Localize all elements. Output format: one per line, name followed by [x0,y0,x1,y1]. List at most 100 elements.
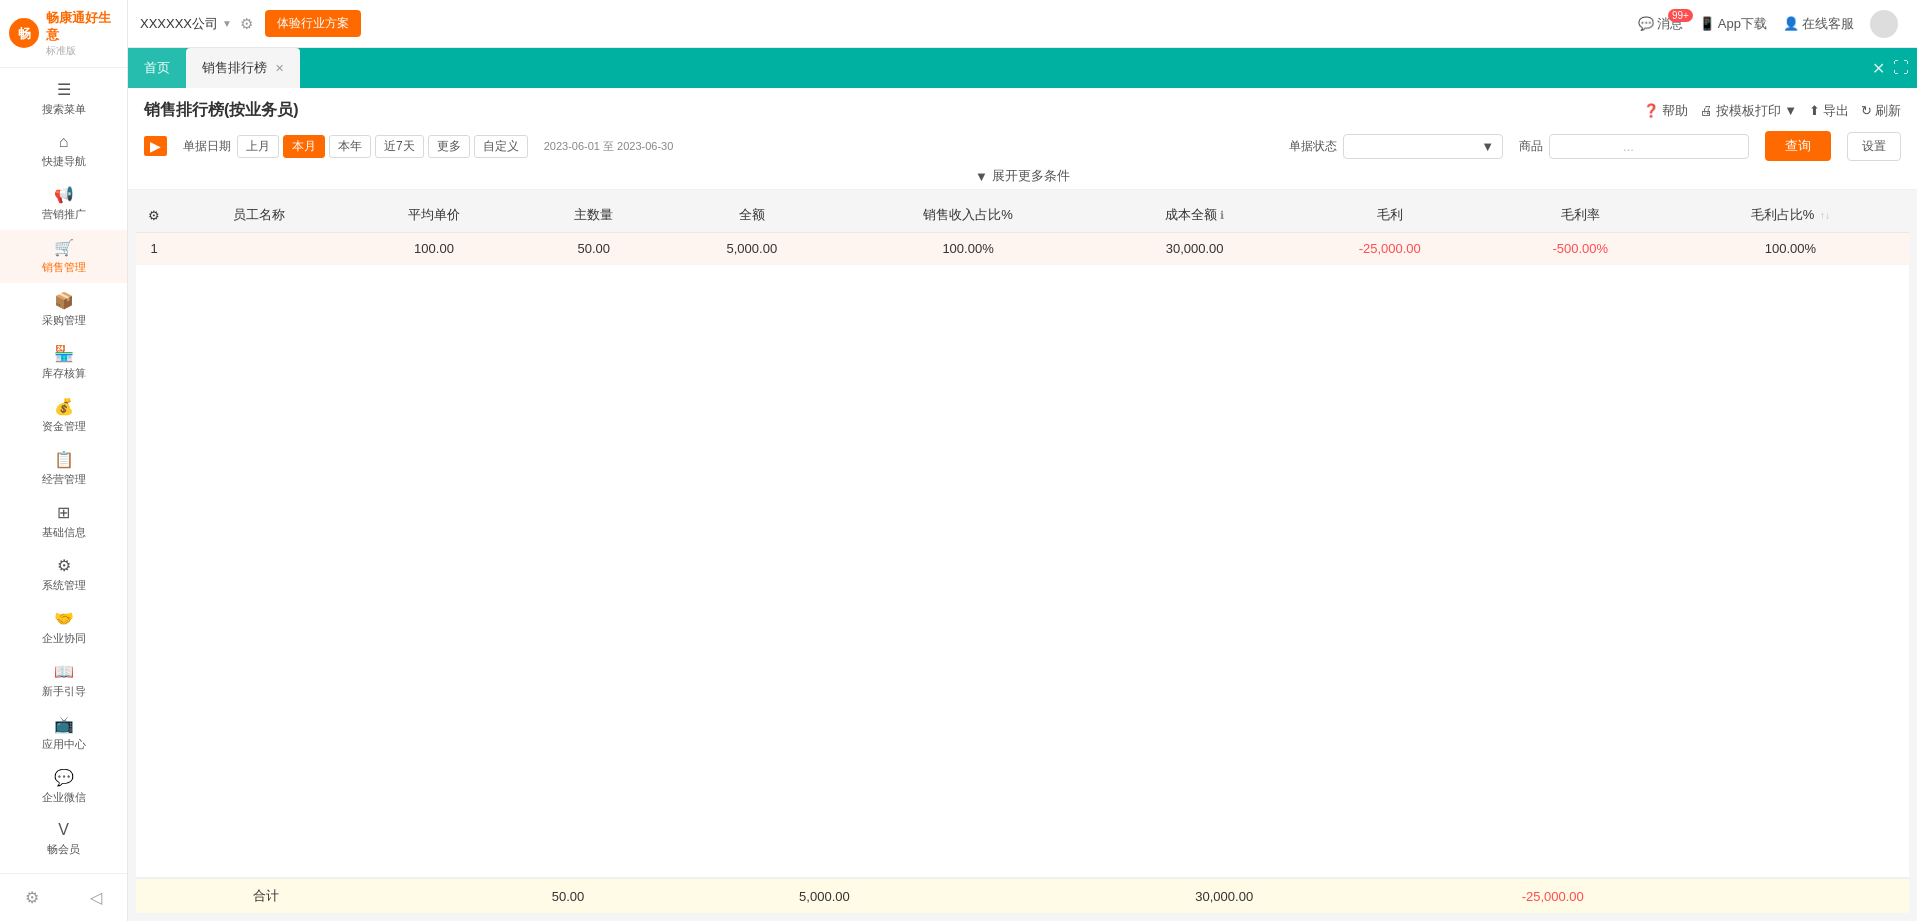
app-download-button[interactable]: 📱 App下载 [1699,15,1767,33]
sidebar-nav: ☰ 搜索菜单 ⌂ 快捷导航 📢 营销推广 🛒 销售管理 📦 采购管理 🏪 库存核… [0,68,127,873]
date-btn-last-7-days[interactable]: 近7天 [375,135,424,158]
page-title: 销售排行榜(按业务员) [144,100,299,121]
sidebar-item-icon-0: ☰ [57,80,71,99]
sidebar-item-label-5: 库存核算 [42,366,86,381]
col-settings-icon[interactable]: ⚙ [148,208,160,223]
table-header: ⚙ 员工名称 平均单价 主数量 全额 销售收入占比% 成本全额 ℹ 毛利 毛利率… [136,198,1909,233]
date-btn-last-month[interactable]: 上月 [237,135,279,158]
date-btn-this-month[interactable]: 本月 [283,135,325,158]
sidebar-item-7[interactable]: 📋 经营管理 [0,442,127,495]
cell-gross-margin: -500.00% [1489,233,1672,265]
data-table: ⚙ 员工名称 平均单价 主数量 全额 销售收入占比% 成本全额 ℹ 毛利 毛利率… [136,198,1909,265]
sidebar-item-icon-8: ⊞ [57,503,70,522]
export-button[interactable]: ⬆ 导出 [1809,102,1849,120]
cell-gross-profit: -25,000.00 [1291,233,1489,265]
sidebar-item-2[interactable]: 📢 营销推广 [0,177,127,230]
app-logo-icon: 畅 [8,17,40,49]
trial-button[interactable]: 体验行业方案 [265,10,361,37]
online-service-button[interactable]: 👤 在线客服 [1783,15,1854,33]
help-button[interactable]: ❓ 帮助 [1643,102,1688,120]
export-label: 导出 [1823,102,1849,120]
goods-input-more: ... [1623,139,1634,154]
footer-quantity: 50.00 [457,879,678,913]
cell-amount: 5,000.00 [666,233,837,265]
sidebar-item-icon-2: 📢 [54,185,74,204]
date-range-text: 2023-06-01 至 2023-06-30 [544,139,674,154]
message-badge: 99+ [1668,9,1693,22]
refresh-label: 刷新 [1875,102,1901,120]
goods-filter: 商品 ... [1519,134,1749,159]
refresh-button[interactable]: ↻ 刷新 [1861,102,1901,120]
settings-button[interactable]: 设置 [1847,132,1901,161]
col-gross-profit: 毛利 [1291,198,1489,233]
status-filter: 单据状态 ▼ [1289,134,1503,159]
sidebar-settings-icon[interactable]: ⚙ [21,884,43,911]
sidebar-item-9[interactable]: ⚙ 系统管理 [0,548,127,601]
sidebar-item-icon-5: 🏪 [54,344,74,363]
date-btn-more[interactable]: 更多 [428,135,470,158]
sidebar-item-8[interactable]: ⊞ 基础信息 [0,495,127,548]
sidebar-item-label-8: 基础信息 [42,525,86,540]
tab-close-icon[interactable]: ✕ [275,62,284,75]
message-icon: 💬 [1638,16,1654,31]
footer-gross-profit: -25,000.00 [1384,879,1721,913]
message-button[interactable]: 💬 消息 99+ [1638,15,1683,33]
fullscreen-icon[interactable]: ⛶ [1893,59,1909,77]
company-dropdown-icon: ▼ [222,18,232,29]
page-title-row: 销售排行榜(按业务员) ❓ 帮助 🖨 按模板打印 ▼ ⬆ 导出 [144,100,1901,121]
profit-pct-sort-icon: ↑↓ [1820,210,1830,221]
sidebar-item-11[interactable]: 📖 新手引导 [0,654,127,707]
footer-total-label: 合计 [168,879,364,913]
col-gross-margin: 毛利率 [1489,198,1672,233]
sidebar-item-3[interactable]: 🛒 销售管理 [0,230,127,283]
tab-home[interactable]: 首页 [128,48,186,88]
sidebar-item-0[interactable]: ☰ 搜索菜单 [0,72,127,125]
sidebar-item-1[interactable]: ⌂ 快捷导航 [0,125,127,177]
sidebar-collapse-icon[interactable]: ◁ [86,884,106,911]
filter-row: ▶ 单据日期 上月 本月 本年 近7天 更多 自定义 [144,131,1901,161]
status-select[interactable]: ▼ [1343,134,1503,159]
footer-avg-price [364,879,458,913]
date-btn-this-year[interactable]: 本年 [329,135,371,158]
sidebar-bottom: ⚙ ◁ [0,873,127,921]
tab-sales-ranking[interactable]: 销售排行榜 ✕ [186,48,300,88]
company-selector[interactable]: XXXXXX公司 ▼ [140,15,232,33]
date-btn-custom[interactable]: 自定义 [474,135,528,158]
user-avatar-button[interactable] [1870,10,1905,38]
table-body: 1 100.00 50.00 5,000.00 100.00% 30,000.0… [136,233,1909,265]
date-filter-label: 单据日期 [183,138,231,155]
sidebar-item-14[interactable]: V 畅会员 [0,813,127,865]
help-label: 帮助 [1662,102,1688,120]
cell-rank: 1 [136,233,172,265]
print-icon: 🖨 [1700,103,1713,118]
sidebar-item-13[interactable]: 💬 企业微信 [0,760,127,813]
nav-tabs: 首页 销售排行榜 ✕ ✕ ⛶ [128,48,1917,88]
page-header: 销售排行榜(按业务员) ❓ 帮助 🖨 按模板打印 ▼ ⬆ 导出 [128,88,1917,190]
sidebar-item-label-12: 应用中心 [42,737,86,752]
main-content: XXXXXX公司 ▼ ⚙ 体验行业方案 💬 消息 99+ 📱 App下载 👤 在… [128,0,1917,921]
table-container: ⚙ 员工名称 平均单价 主数量 全额 销售收入占比% 成本全额 ℹ 毛利 毛利率… [136,198,1909,913]
col-profit-pct: 毛利占比% ↑↓ [1672,198,1909,233]
sidebar: 畅 畅康通好生意 标准版 ☰ 搜索菜单 ⌂ 快捷导航 📢 营销推广 🛒 销售管理… [0,0,128,921]
expand-toggle[interactable]: ▶ [144,136,167,156]
close-all-tabs-icon[interactable]: ✕ [1872,59,1885,78]
expand-toggle-icon[interactable]: ▶ [144,136,167,156]
sidebar-item-icon-7: 📋 [54,450,74,469]
sidebar-item-10[interactable]: 🤝 企业协同 [0,601,127,654]
query-button[interactable]: 查询 [1765,131,1831,161]
footer-amount: 5,000.00 [679,879,971,913]
footer-profit-pct [1815,879,1909,913]
topbar-settings-icon[interactable]: ⚙ [240,15,253,33]
sidebar-item-4[interactable]: 📦 采购管理 [0,283,127,336]
sidebar-item-icon-1: ⌂ [59,133,69,151]
sidebar-item-5[interactable]: 🏪 库存核算 [0,336,127,389]
goods-input[interactable]: ... [1549,134,1749,159]
sidebar-item-6[interactable]: 💰 资金管理 [0,389,127,442]
date-range-display: 2023-06-01 至 2023-06-30 [544,139,674,154]
sidebar-item-icon-11: 📖 [54,662,74,681]
template-print-button[interactable]: 🖨 按模板打印 ▼ [1700,102,1797,120]
sidebar-item-label-11: 新手引导 [42,684,86,699]
sidebar-item-icon-10: 🤝 [54,609,74,628]
expand-more-btn[interactable]: ▼ 展开更多条件 [975,167,1070,185]
sidebar-item-12[interactable]: 📺 应用中心 [0,707,127,760]
